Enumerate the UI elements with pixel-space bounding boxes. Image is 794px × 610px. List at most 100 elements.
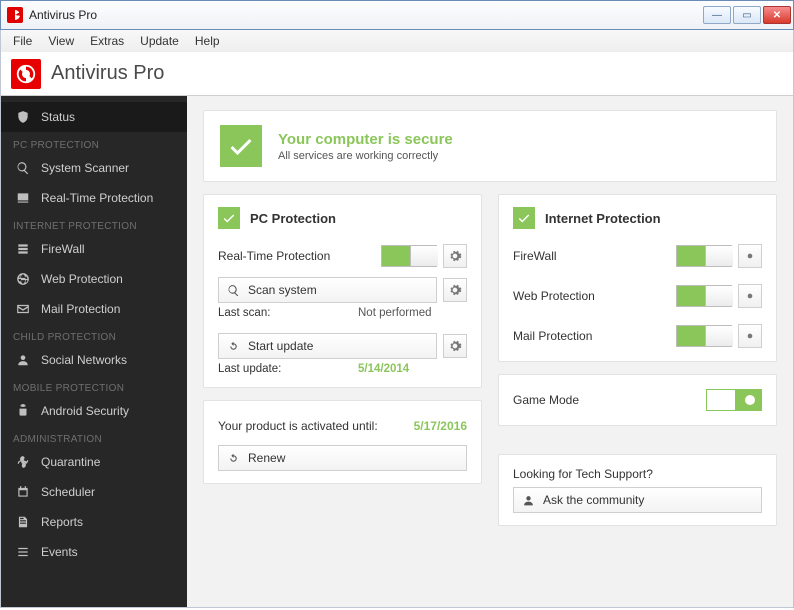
- realtime-protection-label: Real-Time Protection: [218, 249, 381, 263]
- renew-button-label: Renew: [248, 451, 285, 465]
- last-update-value: 5/14/2014: [358, 363, 409, 375]
- game-mode-panel: Game Mode: [498, 374, 777, 426]
- sidebar-section-pc: PC PROTECTION: [1, 132, 187, 153]
- sidebar-section-child: CHILD PROTECTION: [1, 324, 187, 345]
- realtime-protection-toggle[interactable]: [381, 245, 437, 267]
- people-icon: [15, 352, 31, 368]
- support-panel: Looking for Tech Support? Ask the commun…: [498, 454, 777, 526]
- game-mode-label: Game Mode: [513, 393, 706, 407]
- firewall-icon: [15, 241, 31, 257]
- sidebar-item-scheduler[interactable]: Scheduler: [1, 477, 187, 507]
- scan-system-button[interactable]: Scan system: [218, 277, 437, 303]
- panel-title: Internet Protection: [545, 211, 661, 226]
- mail-protection-toggle[interactable]: [676, 325, 732, 347]
- main-content: Your computer is secure All services are…: [187, 96, 793, 607]
- list-icon: [15, 544, 31, 560]
- refresh-icon: [227, 452, 240, 465]
- sidebar-section-admin: ADMINISTRATION: [1, 426, 187, 447]
- sidebar-item-label: Scheduler: [41, 485, 95, 499]
- menu-extras[interactable]: Extras: [82, 32, 132, 50]
- scan-settings-button[interactable]: [443, 278, 467, 302]
- sidebar-item-label: Real-Time Protection: [41, 191, 153, 205]
- last-scan-label: Last scan:: [218, 307, 358, 319]
- shield-icon: [15, 109, 31, 125]
- realtime-protection-settings-button[interactable]: [443, 244, 467, 268]
- activation-panel: Your product is activated until: 5/17/20…: [203, 400, 482, 484]
- person-icon: [522, 494, 535, 507]
- biohazard-icon: [15, 454, 31, 470]
- sidebar-section-internet: INTERNET PROTECTION: [1, 213, 187, 234]
- window-titlebar: Antivirus Pro — ▭ ✕: [0, 0, 794, 30]
- check-icon: [218, 207, 240, 229]
- last-scan-value: Not performed: [358, 307, 432, 319]
- firewall-toggle[interactable]: [676, 245, 732, 267]
- sidebar-item-quarantine[interactable]: Quarantine: [1, 447, 187, 477]
- status-banner: Your computer is secure All services are…: [203, 110, 777, 182]
- sidebar-item-firewall[interactable]: FireWall: [1, 234, 187, 264]
- start-update-button[interactable]: Start update: [218, 333, 437, 359]
- status-headline: Your computer is secure: [278, 131, 453, 148]
- web-protection-settings-button[interactable]: [738, 284, 762, 308]
- sidebar-item-realtime-protection[interactable]: Real-Time Protection: [1, 183, 187, 213]
- status-subline: All services are working correctly: [278, 150, 453, 162]
- sidebar-item-mail-protection[interactable]: Mail Protection: [1, 294, 187, 324]
- sidebar-item-reports[interactable]: Reports: [1, 507, 187, 537]
- close-button[interactable]: ✕: [763, 6, 791, 24]
- status-check-icon: [220, 125, 262, 167]
- menu-bar: File View Extras Update Help: [0, 30, 794, 52]
- activation-label: Your product is activated until:: [218, 419, 414, 433]
- mail-protection-label: Mail Protection: [513, 329, 676, 343]
- maximize-button[interactable]: ▭: [733, 6, 761, 24]
- sidebar-item-label: Mail Protection: [41, 302, 120, 316]
- sidebar-item-system-scanner[interactable]: System Scanner: [1, 153, 187, 183]
- sidebar-section-mobile: MOBILE PROTECTION: [1, 375, 187, 396]
- sidebar-item-events[interactable]: Events: [1, 537, 187, 567]
- sidebar-item-social-networks[interactable]: Social Networks: [1, 345, 187, 375]
- menu-view[interactable]: View: [40, 32, 82, 50]
- menu-help[interactable]: Help: [187, 32, 228, 50]
- sidebar-item-web-protection[interactable]: Web Protection: [1, 264, 187, 294]
- sidebar-item-label: Social Networks: [41, 353, 127, 367]
- ask-community-button[interactable]: Ask the community: [513, 487, 762, 513]
- search-icon: [227, 284, 240, 297]
- sidebar-item-label: System Scanner: [41, 161, 129, 175]
- sidebar-item-label: Status: [41, 110, 75, 124]
- window-title: Antivirus Pro: [29, 8, 97, 22]
- avira-logo-icon: [11, 59, 41, 89]
- mail-icon: [15, 301, 31, 317]
- pc-protection-panel: PC Protection Real-Time Protection Scan …: [203, 194, 482, 388]
- internet-protection-panel: Internet Protection FireWall Web Protect…: [498, 194, 777, 362]
- menu-update[interactable]: Update: [132, 32, 187, 50]
- check-icon: [513, 207, 535, 229]
- app-header: Antivirus Pro: [0, 52, 794, 96]
- scan-button-label: Scan system: [248, 283, 317, 297]
- sidebar-item-label: Quarantine: [41, 455, 100, 469]
- sidebar-item-android-security[interactable]: Android Security: [1, 396, 187, 426]
- web-protection-toggle[interactable]: [676, 285, 732, 307]
- monitor-icon: [15, 190, 31, 206]
- renew-button[interactable]: Renew: [218, 445, 467, 471]
- document-icon: [15, 514, 31, 530]
- sidebar-item-label: FireWall: [41, 242, 85, 256]
- globe-icon: [15, 271, 31, 287]
- support-question: Looking for Tech Support?: [513, 467, 762, 481]
- search-icon: [15, 160, 31, 176]
- web-protection-label: Web Protection: [513, 289, 676, 303]
- update-settings-button[interactable]: [443, 334, 467, 358]
- firewall-settings-button[interactable]: [738, 244, 762, 268]
- menu-file[interactable]: File: [5, 32, 40, 50]
- sidebar-item-label: Web Protection: [41, 272, 123, 286]
- app-icon: [7, 7, 23, 23]
- refresh-icon: [227, 340, 240, 353]
- mail-protection-settings-button[interactable]: [738, 324, 762, 348]
- panel-title: PC Protection: [250, 211, 336, 226]
- minimize-button[interactable]: —: [703, 6, 731, 24]
- app-name: Antivirus Pro: [51, 62, 164, 85]
- firewall-label: FireWall: [513, 249, 676, 263]
- activation-value: 5/17/2016: [414, 419, 467, 433]
- update-button-label: Start update: [248, 339, 313, 353]
- game-mode-toggle[interactable]: [706, 389, 762, 411]
- last-update-label: Last update:: [218, 363, 358, 375]
- sidebar-item-status[interactable]: Status: [1, 102, 187, 132]
- ask-community-label: Ask the community: [543, 493, 644, 507]
